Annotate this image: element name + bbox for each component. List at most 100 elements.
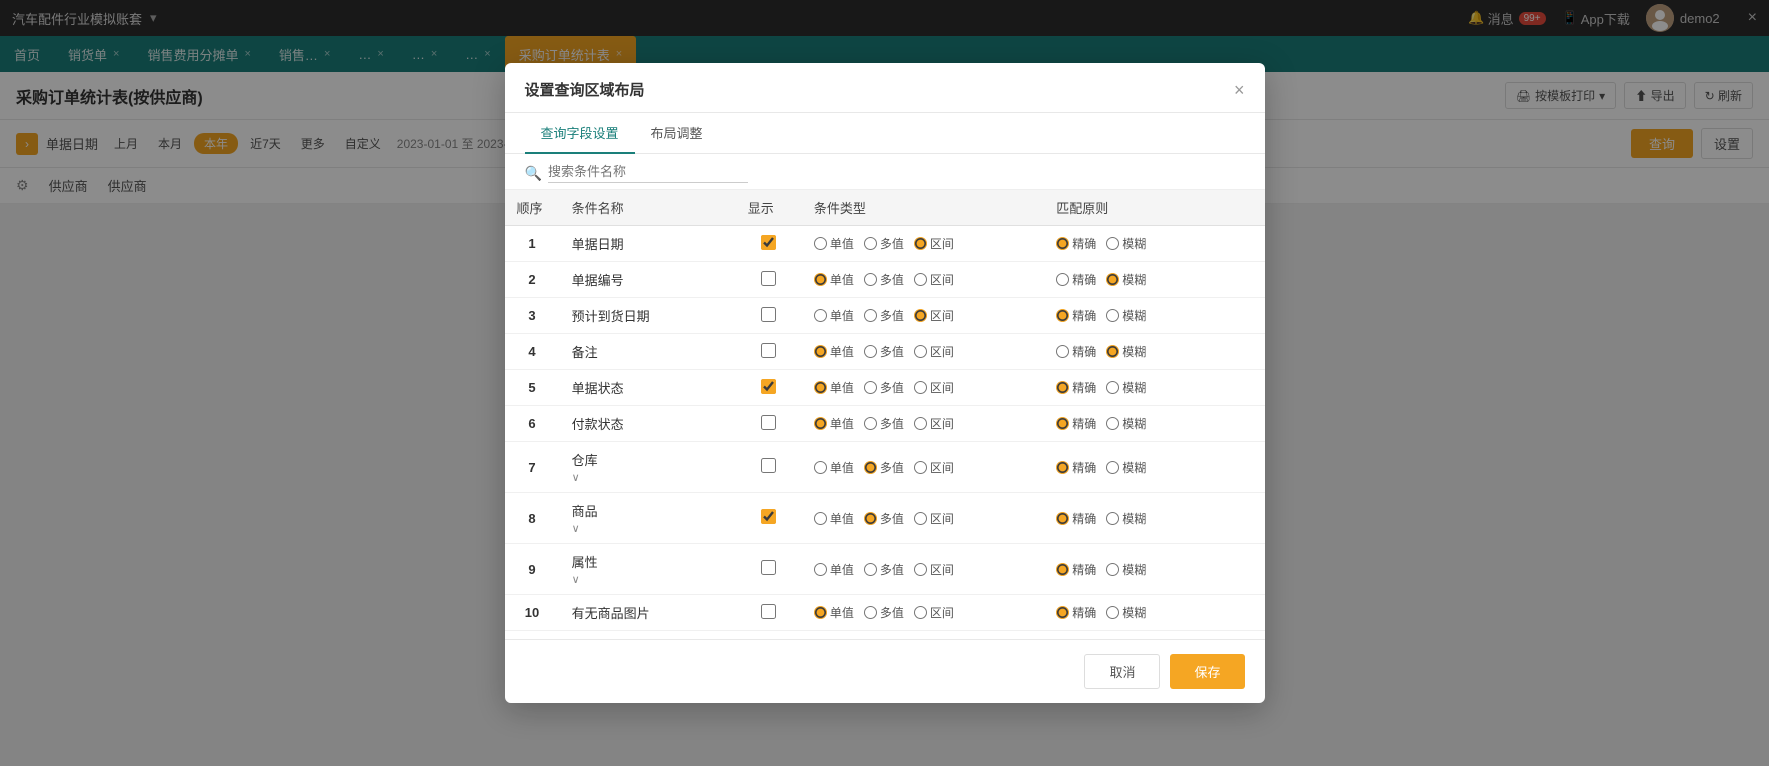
type-radio-单值[interactable] bbox=[814, 512, 827, 525]
type-radio-多值[interactable] bbox=[864, 461, 877, 474]
type-radio-多值[interactable] bbox=[864, 606, 877, 619]
type-option-多值[interactable]: 多值 bbox=[864, 307, 904, 324]
type-radio-多值[interactable] bbox=[864, 309, 877, 322]
match-option-精确[interactable]: 精确 bbox=[1056, 307, 1096, 324]
type-option-区间[interactable]: 区间 bbox=[914, 510, 954, 527]
type-radio-区间[interactable] bbox=[914, 381, 927, 394]
type-option-区间[interactable]: 区间 bbox=[914, 235, 954, 252]
match-radio-精确[interactable] bbox=[1056, 606, 1069, 619]
type-radio-单值[interactable] bbox=[814, 381, 827, 394]
type-option-多值[interactable]: 多值 bbox=[864, 510, 904, 527]
type-option-多值[interactable]: 多值 bbox=[864, 415, 904, 432]
condition-dropdown-icon[interactable]: ∨ bbox=[572, 574, 580, 586]
match-option-精确[interactable]: 精确 bbox=[1056, 271, 1096, 288]
type-option-单值[interactable]: 单值 bbox=[814, 510, 854, 527]
type-radio-区间[interactable] bbox=[914, 512, 927, 525]
type-option-单值[interactable]: 单值 bbox=[814, 415, 854, 432]
type-option-多值[interactable]: 多值 bbox=[864, 604, 904, 621]
type-radio-单值[interactable] bbox=[814, 309, 827, 322]
display-checkbox-9[interactable] bbox=[761, 560, 776, 575]
match-option-模糊[interactable]: 模糊 bbox=[1106, 235, 1146, 252]
match-radio-精确[interactable] bbox=[1056, 273, 1069, 286]
cancel-button[interactable]: 取消 bbox=[1084, 654, 1160, 689]
type-option-多值[interactable]: 多值 bbox=[864, 271, 904, 288]
display-checkbox-2[interactable] bbox=[761, 271, 776, 286]
type-radio-单值[interactable] bbox=[814, 417, 827, 430]
type-radio-多值[interactable] bbox=[864, 512, 877, 525]
match-option-模糊[interactable]: 模糊 bbox=[1106, 459, 1146, 476]
save-button[interactable]: 保存 bbox=[1170, 654, 1244, 689]
type-option-多值[interactable]: 多值 bbox=[864, 235, 904, 252]
match-option-模糊[interactable]: 模糊 bbox=[1106, 343, 1146, 360]
type-radio-区间[interactable] bbox=[914, 345, 927, 358]
tab-query-fields[interactable]: 查询字段设置 bbox=[525, 113, 635, 154]
condition-dropdown-icon[interactable]: ∨ bbox=[572, 472, 580, 484]
match-radio-模糊[interactable] bbox=[1106, 309, 1119, 322]
type-option-多值[interactable]: 多值 bbox=[864, 561, 904, 578]
type-radio-区间[interactable] bbox=[914, 273, 927, 286]
type-option-单值[interactable]: 单值 bbox=[814, 343, 854, 360]
display-checkbox-1[interactable] bbox=[761, 235, 776, 250]
display-checkbox-6[interactable] bbox=[761, 415, 776, 430]
match-radio-精确[interactable] bbox=[1056, 417, 1069, 430]
type-radio-多值[interactable] bbox=[864, 563, 877, 576]
type-option-单值[interactable]: 单值 bbox=[814, 561, 854, 578]
type-radio-单值[interactable] bbox=[814, 606, 827, 619]
type-radio-区间[interactable] bbox=[914, 237, 927, 250]
type-radio-单值[interactable] bbox=[814, 273, 827, 286]
match-radio-精确[interactable] bbox=[1056, 237, 1069, 250]
display-checkbox-5[interactable] bbox=[761, 379, 776, 394]
match-option-精确[interactable]: 精确 bbox=[1056, 604, 1096, 621]
type-radio-区间[interactable] bbox=[914, 309, 927, 322]
match-option-精确[interactable]: 精确 bbox=[1056, 343, 1096, 360]
type-option-单值[interactable]: 单值 bbox=[814, 604, 854, 621]
display-checkbox-8[interactable] bbox=[761, 509, 776, 524]
type-radio-区间[interactable] bbox=[914, 417, 927, 430]
type-radio-多值[interactable] bbox=[864, 273, 877, 286]
match-option-精确[interactable]: 精确 bbox=[1056, 510, 1096, 527]
type-option-区间[interactable]: 区间 bbox=[914, 307, 954, 324]
type-option-区间[interactable]: 区间 bbox=[914, 379, 954, 396]
tab-layout-adjust[interactable]: 布局调整 bbox=[635, 113, 719, 154]
type-radio-区间[interactable] bbox=[914, 606, 927, 619]
match-radio-精确[interactable] bbox=[1056, 309, 1069, 322]
match-option-精确[interactable]: 精确 bbox=[1056, 415, 1096, 432]
match-option-模糊[interactable]: 模糊 bbox=[1106, 271, 1146, 288]
type-radio-多值[interactable] bbox=[864, 417, 877, 430]
match-option-模糊[interactable]: 模糊 bbox=[1106, 561, 1146, 578]
match-option-模糊[interactable]: 模糊 bbox=[1106, 415, 1146, 432]
type-radio-单值[interactable] bbox=[814, 345, 827, 358]
type-option-区间[interactable]: 区间 bbox=[914, 271, 954, 288]
match-radio-精确[interactable] bbox=[1056, 381, 1069, 394]
match-radio-精确[interactable] bbox=[1056, 461, 1069, 474]
type-option-多值[interactable]: 多值 bbox=[864, 459, 904, 476]
type-option-单值[interactable]: 单值 bbox=[814, 379, 854, 396]
match-radio-模糊[interactable] bbox=[1106, 563, 1119, 576]
type-option-单值[interactable]: 单值 bbox=[814, 271, 854, 288]
display-checkbox-7[interactable] bbox=[761, 458, 776, 473]
type-option-区间[interactable]: 区间 bbox=[914, 415, 954, 432]
match-radio-模糊[interactable] bbox=[1106, 345, 1119, 358]
type-radio-多值[interactable] bbox=[864, 237, 877, 250]
match-radio-模糊[interactable] bbox=[1106, 237, 1119, 250]
match-radio-模糊[interactable] bbox=[1106, 461, 1119, 474]
type-option-单值[interactable]: 单值 bbox=[814, 459, 854, 476]
match-radio-精确[interactable] bbox=[1056, 345, 1069, 358]
type-radio-单值[interactable] bbox=[814, 237, 827, 250]
type-option-区间[interactable]: 区间 bbox=[914, 459, 954, 476]
type-option-区间[interactable]: 区间 bbox=[914, 604, 954, 621]
display-checkbox-3[interactable] bbox=[761, 307, 776, 322]
condition-dropdown-icon[interactable]: ∨ bbox=[572, 523, 580, 535]
type-radio-区间[interactable] bbox=[914, 563, 927, 576]
match-radio-模糊[interactable] bbox=[1106, 273, 1119, 286]
match-option-模糊[interactable]: 模糊 bbox=[1106, 379, 1146, 396]
type-radio-多值[interactable] bbox=[864, 381, 877, 394]
display-checkbox-4[interactable] bbox=[761, 343, 776, 358]
type-radio-区间[interactable] bbox=[914, 461, 927, 474]
match-option-精确[interactable]: 精确 bbox=[1056, 561, 1096, 578]
match-option-精确[interactable]: 精确 bbox=[1056, 235, 1096, 252]
type-radio-单值[interactable] bbox=[814, 563, 827, 576]
type-option-多值[interactable]: 多值 bbox=[864, 343, 904, 360]
type-option-区间[interactable]: 区间 bbox=[914, 343, 954, 360]
match-radio-模糊[interactable] bbox=[1106, 381, 1119, 394]
